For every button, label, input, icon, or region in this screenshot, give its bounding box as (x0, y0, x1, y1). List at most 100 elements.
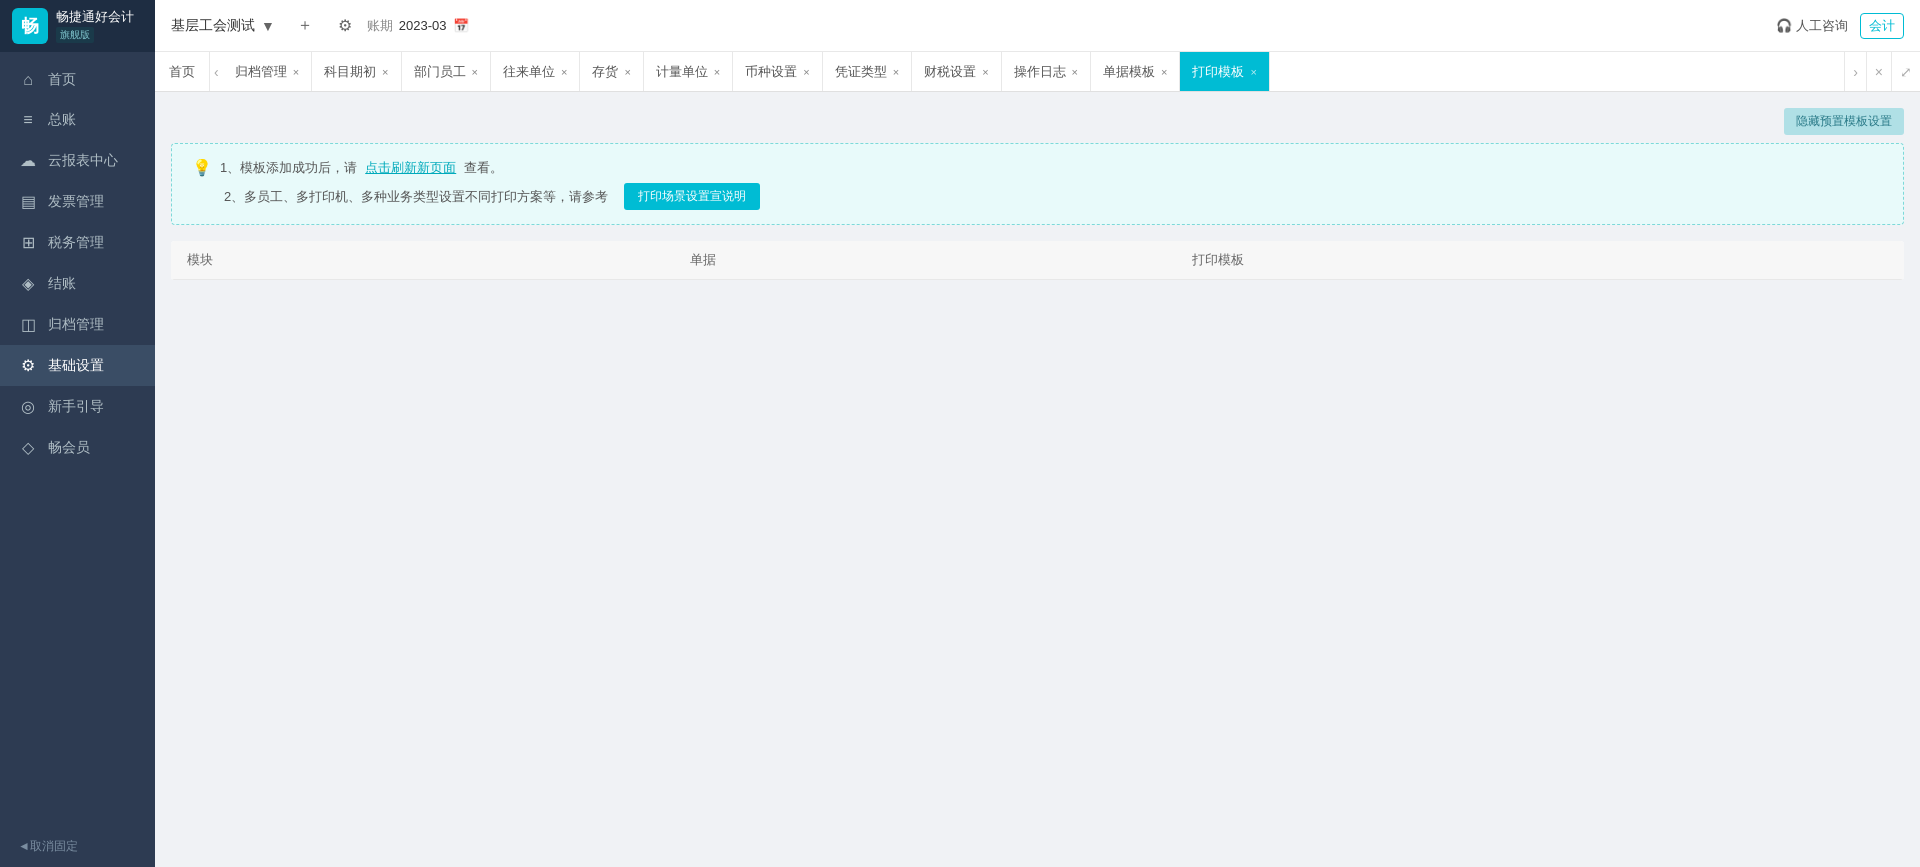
sidebar-item-guide[interactable]: ◎ 新手引导 (0, 386, 155, 427)
add-tab-button[interactable]: ＋ (291, 12, 319, 40)
tab-oplog[interactable]: 操作日志 × (1002, 52, 1091, 92)
tab-printtemplate-label: 打印模板 (1192, 63, 1244, 81)
tab-taxsetting[interactable]: 财税设置 × (912, 52, 1001, 92)
company-selector[interactable]: 基层工会测试 ▼ (171, 17, 275, 35)
sidebar-item-reports[interactable]: ☁ 云报表中心 (0, 140, 155, 181)
tab-voucher-close[interactable]: × (893, 66, 899, 78)
customer-service-label: 人工咨询 (1796, 17, 1848, 35)
tab-singleform-label: 单据模板 (1103, 63, 1155, 81)
customer-service-btn[interactable]: 🎧 人工咨询 (1776, 17, 1848, 35)
sidebar-item-invoice[interactable]: ▤ 发票管理 (0, 181, 155, 222)
tab-partners-label: 往来单位 (503, 63, 555, 81)
tab-printtemplate[interactable]: 打印模板 × (1180, 52, 1269, 92)
tab-archive[interactable]: 归档管理 × (223, 52, 312, 92)
col-document: 单据 (674, 241, 1177, 280)
sidebar-item-label: 税务管理 (48, 234, 104, 252)
tab-singleform-close[interactable]: × (1161, 66, 1167, 78)
tab-subjects-label: 科目期初 (324, 63, 376, 81)
sidebar-item-settle[interactable]: ◈ 结账 (0, 263, 155, 304)
print-template-table: 模块 单据 打印模板 (171, 241, 1904, 280)
company-name: 基层工会测试 (171, 17, 255, 35)
tab-subjects[interactable]: 科目期初 × (312, 52, 401, 92)
tab-bar-end: › × ⤢ (1844, 52, 1920, 92)
sidebar-item-label: 云报表中心 (48, 152, 118, 170)
tab-currency-label: 币种设置 (745, 63, 797, 81)
tab-voucher-label: 凭证类型 (835, 63, 887, 81)
sidebar-item-settings[interactable]: ⚙ 基础设置 (0, 345, 155, 386)
logo-badge: 旗舰版 (56, 27, 94, 43)
notice-row-2: 2、多员工、多打印机、多种业务类型设置不同打印方案等，请参考 打印场景设置宣说明 (192, 183, 1883, 210)
ledger-icon: ≡ (18, 111, 38, 129)
tab-currency-close[interactable]: × (803, 66, 809, 78)
notice-line2-pre: 2、多员工、多打印机、多种业务类型设置不同打印方案等，请参考 (224, 188, 608, 206)
period-label: 账期 (367, 17, 393, 35)
calendar-icon[interactable]: 📅 (453, 18, 469, 33)
sidebar-item-archive[interactable]: ◫ 归档管理 (0, 304, 155, 345)
tab-archive-close[interactable]: × (293, 66, 299, 78)
col-module: 模块 (171, 241, 674, 280)
print-scenario-btn[interactable]: 打印场景设置宣说明 (624, 183, 760, 210)
tax-icon: ⊞ (18, 233, 38, 252)
tab-close-all[interactable]: × (1866, 52, 1891, 92)
tab-voucher[interactable]: 凭证类型 × (823, 52, 912, 92)
tab-bar: 首页 ‹ 归档管理 × 科目期初 × 部门员工 × 往来单位 × 存货 × 计量… (155, 52, 1920, 92)
tab-units-close[interactable]: × (714, 66, 720, 78)
settings-area: 隐藏预置模板设置 (171, 108, 1904, 135)
header-actions: ＋ ⚙ (291, 12, 359, 40)
tab-inventory-close[interactable]: × (624, 66, 630, 78)
company-dropdown-icon: ▼ (261, 18, 275, 34)
settle-icon: ◈ (18, 274, 38, 293)
notice-refresh-link[interactable]: 点击刷新新页面 (365, 159, 456, 177)
bulb-icon: 💡 (192, 158, 212, 177)
tab-oplog-label: 操作日志 (1014, 63, 1066, 81)
sidebar-item-tax[interactable]: ⊞ 税务管理 (0, 222, 155, 263)
sidebar-item-home[interactable]: ⌂ 首页 (0, 60, 155, 100)
main-area: 基层工会测试 ▼ ＋ ⚙ 账期 2023-03 📅 🎧 人工咨询 会计 首页 ‹… (155, 0, 1920, 867)
settings-icon: ⚙ (18, 356, 38, 375)
hide-preset-button[interactable]: 隐藏预置模板设置 (1784, 108, 1904, 135)
tab-department-label: 部门员工 (414, 63, 466, 81)
cloud-icon: ☁ (18, 151, 38, 170)
tab-printtemplate-close[interactable]: × (1250, 66, 1256, 78)
sidebar-item-label: 基础设置 (48, 357, 104, 375)
period-value: 2023-03 (399, 18, 447, 33)
tab-units[interactable]: 计量单位 × (644, 52, 733, 92)
tab-scroll-right[interactable]: › (1844, 52, 1866, 92)
kuaiji-badge[interactable]: 会计 (1860, 13, 1904, 39)
col-print-template: 打印模板 (1176, 241, 1904, 280)
tab-singleform[interactable]: 单据模板 × (1091, 52, 1180, 92)
tab-expand-icon[interactable]: ⤢ (1891, 52, 1920, 92)
tab-taxsetting-close[interactable]: × (982, 66, 988, 78)
notice-box: 💡 1、模板添加成功后，请 点击刷新新页面 查看。 2、多员工、多打印机、多种业… (171, 143, 1904, 225)
guide-icon: ◎ (18, 397, 38, 416)
sidebar-nav: ⌂ 首页 ≡ 总账 ☁ 云报表中心 ▤ 发票管理 ⊞ 税务管理 ◈ 结账 ◫ 归… (0, 52, 155, 826)
tab-oplog-close[interactable]: × (1072, 66, 1078, 78)
top-right-area: 🎧 人工咨询 会计 (1776, 13, 1904, 39)
tab-partners-close[interactable]: × (561, 66, 567, 78)
tab-scroll-left[interactable]: ‹ (210, 64, 223, 80)
tab-department[interactable]: 部门员工 × (402, 52, 491, 92)
tab-department-close[interactable]: × (472, 66, 478, 78)
headset-icon: 🎧 (1776, 18, 1792, 33)
sidebar-item-ledger[interactable]: ≡ 总账 (0, 100, 155, 140)
member-icon: ◇ (18, 438, 38, 457)
tab-inventory[interactable]: 存货 × (580, 52, 643, 92)
home-icon: ⌂ (18, 71, 38, 89)
top-header: 基层工会测试 ▼ ＋ ⚙ 账期 2023-03 📅 🎧 人工咨询 会计 (155, 0, 1920, 52)
sidebar-footer-unpin[interactable]: ◄取消固定 (0, 826, 155, 867)
tab-subjects-close[interactable]: × (382, 66, 388, 78)
logo-text-block: 畅捷通好会计 旗舰版 (56, 9, 134, 44)
table-container: 模块 单据 打印模板 (171, 241, 1904, 280)
sidebar-item-member[interactable]: ◇ 畅会员 (0, 427, 155, 468)
sidebar-item-label: 新手引导 (48, 398, 104, 416)
tab-units-label: 计量单位 (656, 63, 708, 81)
notice-line1-pre: 1、模板添加成功后，请 (220, 159, 357, 177)
sidebar-item-label: 归档管理 (48, 316, 104, 334)
sidebar-item-label: 畅会员 (48, 439, 90, 457)
tab-partners[interactable]: 往来单位 × (491, 52, 580, 92)
settings-gear-button[interactable]: ⚙ (331, 12, 359, 40)
tab-currency[interactable]: 币种设置 × (733, 52, 822, 92)
sidebar-item-label: 结账 (48, 275, 76, 293)
invoice-icon: ▤ (18, 192, 38, 211)
tab-home[interactable]: 首页 (155, 52, 210, 92)
